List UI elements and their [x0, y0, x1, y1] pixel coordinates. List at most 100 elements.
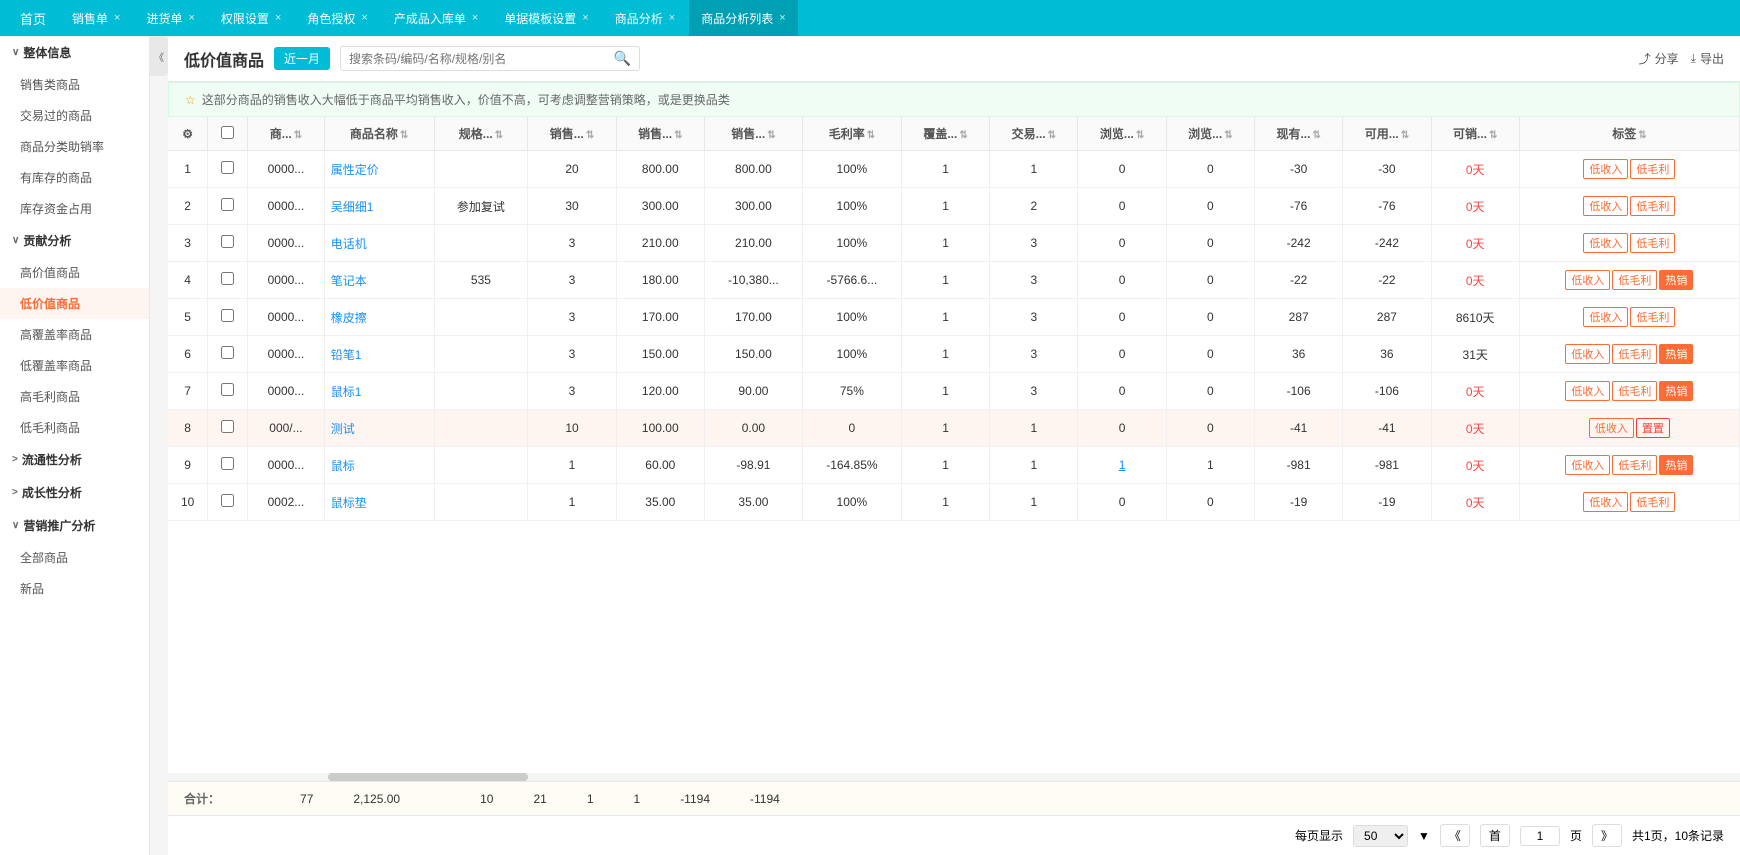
col-sale1[interactable]: 销售...⇅	[528, 117, 616, 151]
cell-checkbox[interactable]	[208, 447, 248, 484]
cell-checkbox[interactable]	[208, 262, 248, 299]
sidebar-item-all-goods[interactable]: 全部商品	[0, 542, 149, 573]
cell-name[interactable]: 测试	[324, 410, 434, 447]
col-sale2[interactable]: 销售...⇅	[616, 117, 704, 151]
sidebar-item-low-coverage[interactable]: 低覆盖率商品	[0, 350, 149, 381]
nav-roles[interactable]: 角色授权 ×	[295, 0, 379, 36]
share-button[interactable]: ⤴ 分享	[1639, 50, 1679, 67]
sidebar-group-overall[interactable]: ∨ 整体信息	[0, 36, 149, 69]
next-page-button[interactable]: 》	[1592, 824, 1622, 847]
cell-checkbox[interactable]	[208, 410, 248, 447]
nav-goods-analysis[interactable]: 商品分析 ×	[603, 0, 687, 36]
col-sellable[interactable]: 可销...⇅	[1431, 117, 1519, 151]
cell-checkbox[interactable]	[208, 225, 248, 262]
sidebar-group-marketing[interactable]: ∨ 营销推广分析	[0, 509, 149, 542]
sidebar-item-category-rate[interactable]: 商品分类助销率	[0, 131, 149, 162]
close-icon[interactable]: ×	[582, 12, 588, 24]
cell-view1[interactable]: 1	[1078, 447, 1166, 484]
col-name[interactable]: 商品名称⇅	[324, 117, 434, 151]
cell-view1[interactable]: 0	[1078, 410, 1166, 447]
close-icon[interactable]: ×	[275, 12, 281, 24]
sidebar-item-new-goods[interactable]: 新品	[0, 573, 149, 604]
cell-checkbox[interactable]	[208, 484, 248, 521]
col-tags[interactable]: 标签⇅	[1519, 117, 1739, 151]
nav-permissions[interactable]: 权限设置 ×	[209, 0, 293, 36]
page-input[interactable]	[1520, 826, 1560, 846]
cell-checkbox[interactable]	[208, 299, 248, 336]
sidebar-collapse-button[interactable]: 《	[150, 36, 168, 76]
sidebar-group-contribution[interactable]: ∨ 贡献分析	[0, 224, 149, 257]
col-coverage[interactable]: 覆盖...⇅	[901, 117, 989, 151]
row-checkbox[interactable]	[221, 161, 234, 174]
col-available[interactable]: 可用...⇅	[1343, 117, 1431, 151]
col-code[interactable]: 商...⇅	[248, 117, 324, 151]
table-wrapper[interactable]: ⚙ 商...⇅ 商品名称⇅ 规格...⇅ 销售...⇅ 销售...⇅ 销售...…	[168, 117, 1740, 773]
cell-name[interactable]: 鼠标	[324, 447, 434, 484]
row-checkbox[interactable]	[221, 494, 234, 507]
cell-view1[interactable]: 0	[1078, 151, 1166, 188]
nav-sales[interactable]: 销售单 ×	[60, 0, 132, 36]
col-view1[interactable]: 浏览...⇅	[1078, 117, 1166, 151]
time-filter-button[interactable]: 近一月	[274, 47, 330, 70]
row-checkbox[interactable]	[221, 457, 234, 470]
sidebar-item-stock-capital[interactable]: 库存资金占用	[0, 193, 149, 224]
cell-checkbox[interactable]	[208, 188, 248, 225]
cell-name[interactable]: 笔记本	[324, 262, 434, 299]
cell-name[interactable]: 属性定价	[324, 151, 434, 188]
cell-name[interactable]: 鼠标垫	[324, 484, 434, 521]
col-spec[interactable]: 规格...⇅	[434, 117, 528, 151]
row-checkbox[interactable]	[221, 272, 234, 285]
select-all-checkbox[interactable]	[221, 126, 234, 139]
nav-goods-analysis-list[interactable]: 商品分析列表 ×	[689, 0, 797, 36]
cell-checkbox[interactable]	[208, 151, 248, 188]
row-checkbox[interactable]	[221, 420, 234, 433]
export-button[interactable]: ⤓ 导出	[1691, 50, 1724, 67]
per-page-select[interactable]: 50 100	[1353, 825, 1408, 847]
close-icon[interactable]: ×	[779, 12, 785, 24]
sidebar-item-high-coverage[interactable]: 高覆盖率商品	[0, 319, 149, 350]
cell-view1[interactable]: 0	[1078, 299, 1166, 336]
close-icon[interactable]: ×	[669, 12, 675, 24]
col-view2[interactable]: 浏览...⇅	[1166, 117, 1254, 151]
cell-name[interactable]: 鼠标1	[324, 373, 434, 410]
cell-view1[interactable]: 0	[1078, 225, 1166, 262]
horizontal-scrollbar[interactable]	[168, 773, 1740, 781]
cell-checkbox[interactable]	[208, 373, 248, 410]
col-trade[interactable]: 交易...⇅	[990, 117, 1078, 151]
sidebar-item-high-margin[interactable]: 高毛利商品	[0, 381, 149, 412]
col-checkbox[interactable]	[208, 117, 248, 151]
row-checkbox[interactable]	[221, 383, 234, 396]
nav-home[interactable]: 首页	[8, 0, 58, 36]
search-icon[interactable]: 🔍	[614, 50, 631, 67]
close-icon[interactable]: ×	[361, 12, 367, 24]
col-margin[interactable]: 毛利率⇅	[802, 117, 901, 151]
row-checkbox[interactable]	[221, 309, 234, 322]
sidebar-item-stocked-goods[interactable]: 有库存的商品	[0, 162, 149, 193]
cell-view1[interactable]: 0	[1078, 336, 1166, 373]
sidebar-item-traded-goods[interactable]: 交易过的商品	[0, 100, 149, 131]
sidebar-item-sales-goods[interactable]: 销售类商品	[0, 69, 149, 100]
cell-name[interactable]: 铅笔1	[324, 336, 434, 373]
col-sale3[interactable]: 销售...⇅	[704, 117, 802, 151]
cell-view1[interactable]: 0	[1078, 262, 1166, 299]
close-icon[interactable]: ×	[188, 12, 194, 24]
sidebar-group-growth[interactable]: > 成长性分析	[0, 476, 149, 509]
sidebar-group-flow[interactable]: > 流通性分析	[0, 443, 149, 476]
col-stock[interactable]: 现有...⇅	[1255, 117, 1343, 151]
cell-name[interactable]: 吴细细1	[324, 188, 434, 225]
row-checkbox[interactable]	[221, 235, 234, 248]
col-settings[interactable]: ⚙	[168, 117, 208, 151]
first-page-button[interactable]: 《	[1440, 824, 1470, 847]
cell-name[interactable]: 电话机	[324, 225, 434, 262]
prev-page-button[interactable]: 首	[1480, 824, 1510, 847]
row-checkbox[interactable]	[221, 346, 234, 359]
search-input[interactable]	[349, 52, 608, 66]
row-checkbox[interactable]	[221, 198, 234, 211]
scrollbar-thumb[interactable]	[328, 773, 528, 781]
cell-view1[interactable]: 0	[1078, 484, 1166, 521]
nav-template[interactable]: 单据模板设置 ×	[492, 0, 600, 36]
cell-view1[interactable]: 0	[1078, 188, 1166, 225]
close-icon[interactable]: ×	[114, 12, 120, 24]
nav-inventory[interactable]: 产成品入库单 ×	[382, 0, 490, 36]
cell-name[interactable]: 橡皮擦	[324, 299, 434, 336]
